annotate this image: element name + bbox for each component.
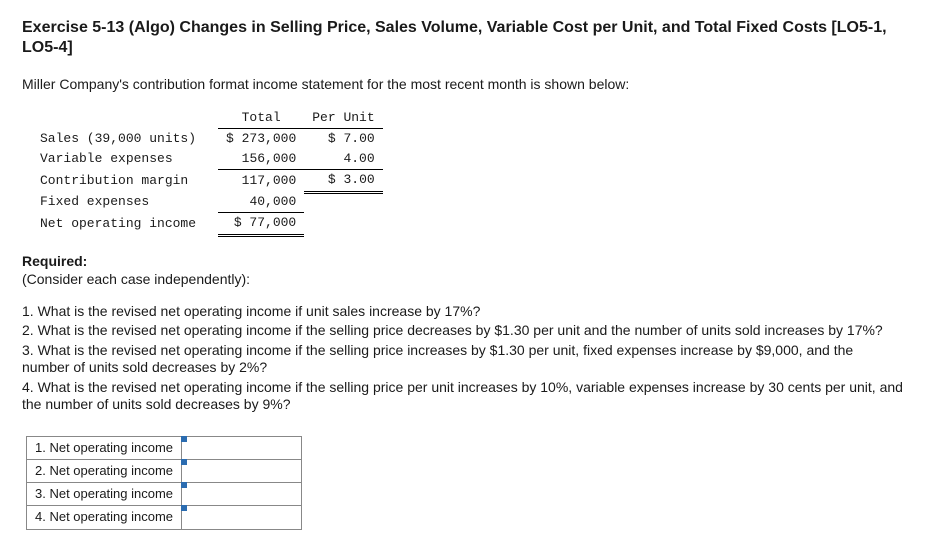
answer-1-cell[interactable]	[182, 436, 302, 459]
input-marker-icon	[181, 482, 187, 488]
row-varexp-per-unit: 4.00	[304, 149, 382, 170]
answer-1-input[interactable]	[182, 437, 301, 459]
row-noi-total: $ 77,000	[218, 213, 304, 235]
col-per-unit-header: Per Unit	[304, 108, 382, 129]
answer-4-label: 4. Net operating income	[27, 506, 182, 529]
answer-2-label: 2. Net operating income	[27, 459, 182, 482]
row-varexp-label: Variable expenses	[32, 149, 218, 170]
table-row: 4. Net operating income	[27, 506, 302, 529]
income-statement-table: Total Per Unit Sales (39,000 units) $ 27…	[32, 108, 383, 237]
answer-2-cell[interactable]	[182, 459, 302, 482]
required-sub: (Consider each case independently):	[22, 271, 903, 289]
intro-text: Miller Company's contribution format inc…	[22, 76, 903, 94]
row-sales-label: Sales (39,000 units)	[32, 128, 218, 149]
row-sales-total: $ 273,000	[218, 128, 304, 149]
answer-3-cell[interactable]	[182, 483, 302, 506]
answer-1-label: 1. Net operating income	[27, 436, 182, 459]
question-1: 1. What is the revised net operating inc…	[22, 303, 903, 321]
row-varexp-total: 156,000	[218, 149, 304, 170]
answer-3-label: 3. Net operating income	[27, 483, 182, 506]
col-total-header: Total	[218, 108, 304, 129]
required-label: Required:	[22, 253, 903, 271]
answer-4-cell[interactable]	[182, 506, 302, 529]
question-2: 2. What is the revised net operating inc…	[22, 322, 903, 340]
input-marker-icon	[181, 459, 187, 465]
question-4: 4. What is the revised net operating inc…	[22, 379, 903, 414]
questions-block: 1. What is the revised net operating inc…	[22, 303, 903, 414]
question-3: 3. What is the revised net operating inc…	[22, 342, 903, 377]
row-noi-label: Net operating income	[32, 213, 218, 235]
row-cm-label: Contribution margin	[32, 170, 218, 192]
row-cm-total: 117,000	[218, 170, 304, 192]
row-sales-per-unit: $ 7.00	[304, 128, 382, 149]
table-row: 3. Net operating income	[27, 483, 302, 506]
answer-table: 1. Net operating income 2. Net operating…	[26, 436, 302, 530]
answer-4-input[interactable]	[182, 506, 301, 528]
input-marker-icon	[181, 505, 187, 511]
table-row: 1. Net operating income	[27, 436, 302, 459]
exercise-title: Exercise 5-13 (Algo) Changes in Selling …	[22, 18, 903, 58]
row-fixed-total: 40,000	[218, 192, 304, 213]
input-marker-icon	[181, 436, 187, 442]
row-cm-per-unit: $ 3.00	[304, 170, 382, 192]
answer-3-input[interactable]	[182, 483, 301, 505]
table-row: 2. Net operating income	[27, 459, 302, 482]
answer-2-input[interactable]	[182, 460, 301, 482]
row-fixed-label: Fixed expenses	[32, 192, 218, 213]
